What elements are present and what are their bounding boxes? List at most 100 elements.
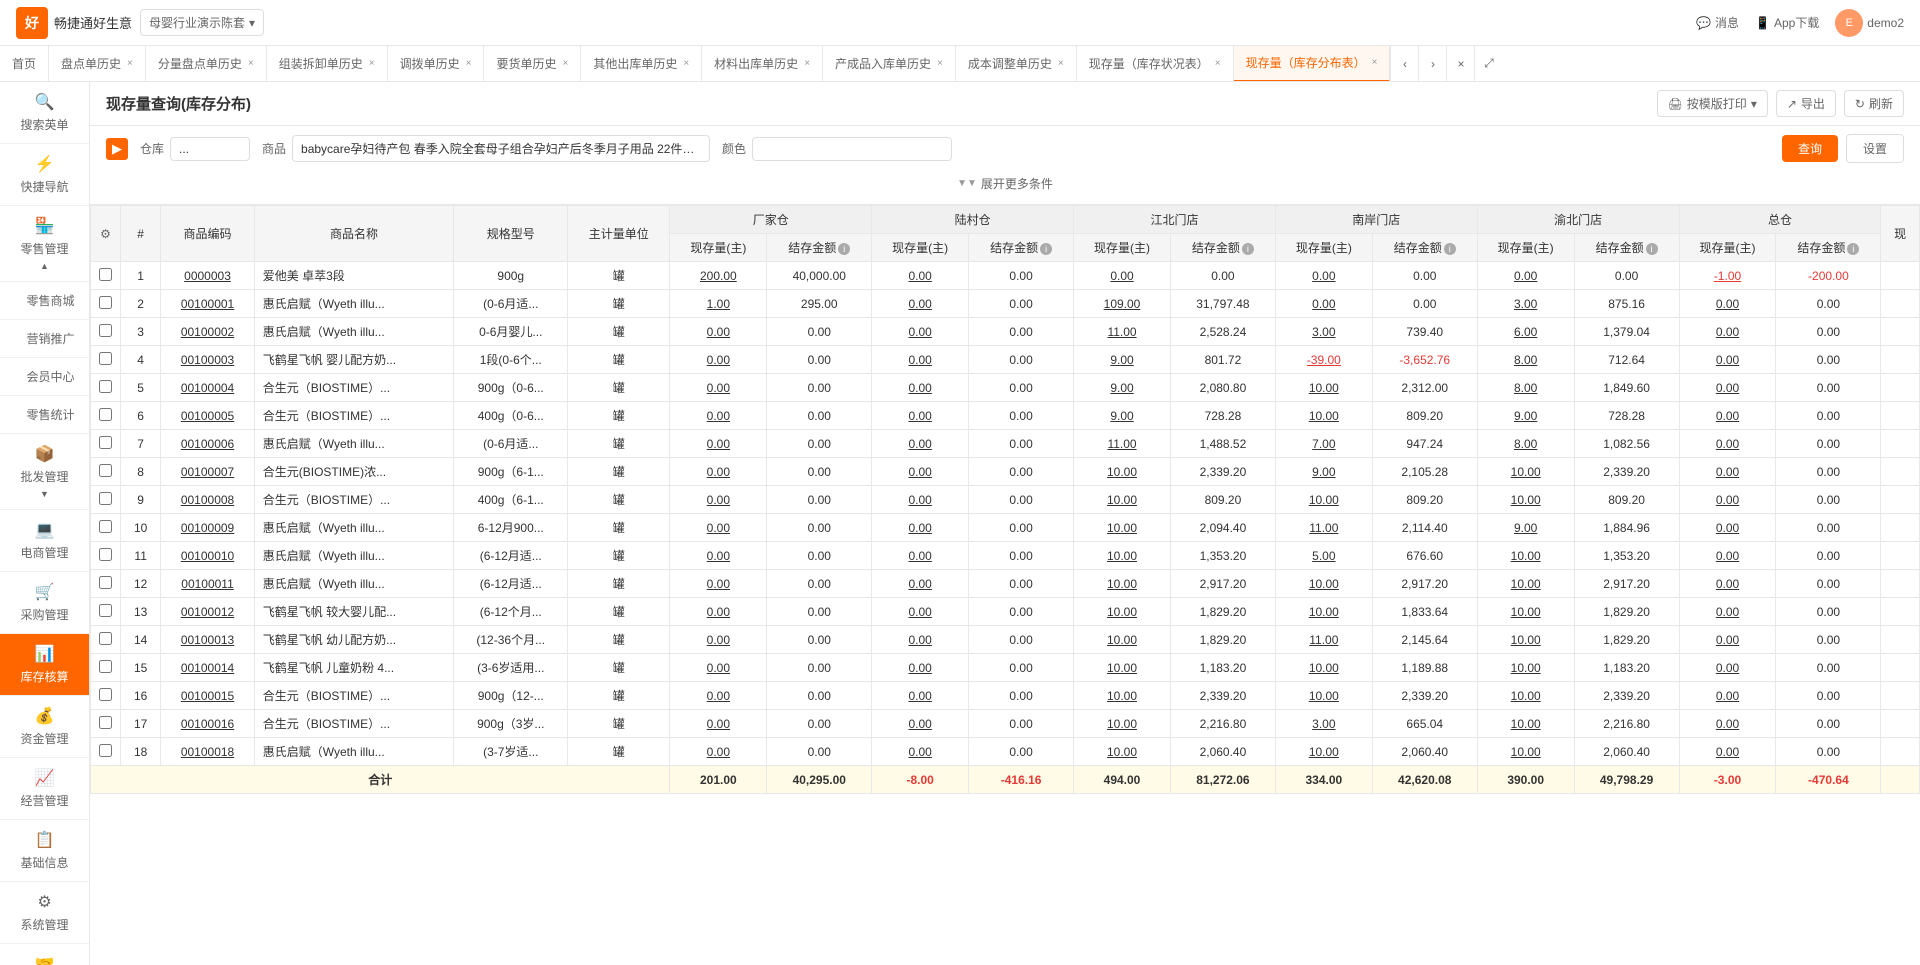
warehouse-value: ... bbox=[179, 142, 189, 156]
row-yubei-amt: 712.64 bbox=[1574, 346, 1679, 374]
sidebar-item-collab[interactable]: 🤝 企业协同 bbox=[0, 944, 89, 965]
tab-7[interactable]: 材料出库单历史 × bbox=[702, 46, 823, 82]
tab-close-icon[interactable]: × bbox=[127, 58, 133, 69]
tab-3[interactable]: 组装拆卸单历史 × bbox=[267, 46, 388, 82]
tab-close-icon[interactable]: × bbox=[248, 58, 254, 69]
tab-close-icon[interactable]: × bbox=[562, 58, 568, 69]
tab-close-all-btn[interactable]: × bbox=[1446, 46, 1474, 82]
tab-close-icon[interactable]: × bbox=[466, 58, 472, 69]
warehouse-input[interactable]: ... bbox=[170, 137, 250, 161]
row-checkbox[interactable] bbox=[91, 738, 121, 766]
goods-input[interactable]: babycare孕妇待产包 春季入院全套母子组合孕妇产后冬季月子用品 22件套 … bbox=[292, 135, 710, 162]
company-dropdown[interactable]: 母婴行业演示陈套 ▾ bbox=[140, 9, 264, 36]
sidebar-item-finance[interactable]: 💰 资金管理 bbox=[0, 696, 89, 758]
row-code: 00100004 bbox=[161, 374, 254, 402]
row-checkbox[interactable] bbox=[91, 430, 121, 458]
row-checkbox[interactable] bbox=[91, 374, 121, 402]
tab-4[interactable]: 调拨单历史 × bbox=[388, 46, 485, 82]
row-checkbox[interactable] bbox=[91, 542, 121, 570]
row-checkbox[interactable] bbox=[91, 318, 121, 346]
tab-close-icon[interactable]: × bbox=[937, 58, 943, 69]
settings-btn[interactable]: 设置 bbox=[1846, 134, 1904, 163]
tab-9[interactable]: 成本调整单历史 × bbox=[956, 46, 1077, 82]
row-lucun-amt: 0.00 bbox=[969, 430, 1074, 458]
row-checkbox[interactable] bbox=[91, 598, 121, 626]
filter-expand-toggle[interactable]: ▶ bbox=[106, 138, 128, 160]
tab-close-icon[interactable]: × bbox=[1372, 57, 1378, 68]
row-jiangbei-qty: 10.00 bbox=[1074, 710, 1171, 738]
message-btn[interactable]: 💬 消息 bbox=[1696, 14, 1739, 31]
row-checkbox[interactable] bbox=[91, 514, 121, 542]
tab-close-icon[interactable]: × bbox=[369, 58, 375, 69]
tab-1[interactable]: 盘点单历史 × bbox=[49, 46, 146, 82]
refresh-btn[interactable]: ↻ 刷新 bbox=[1844, 90, 1904, 117]
row-spec: 400g（0-6... bbox=[454, 402, 568, 430]
tab-10[interactable]: 现存量（库存状况表） × bbox=[1077, 46, 1234, 82]
tab-11-active[interactable]: 现存量（库存分布表） × bbox=[1234, 46, 1391, 82]
tab-expand-btn[interactable]: ⤢ bbox=[1474, 46, 1502, 82]
row-unit: 罐 bbox=[568, 570, 670, 598]
sidebar-item-retail-mall[interactable]: 零售商城 bbox=[0, 282, 89, 320]
info-icon[interactable]: i bbox=[1040, 243, 1052, 255]
sidebar-item-business[interactable]: 📈 经营管理 bbox=[0, 758, 89, 820]
sidebar-item-basic-info[interactable]: 📋 基础信息 bbox=[0, 820, 89, 882]
info-icon[interactable]: i bbox=[1444, 243, 1456, 255]
row-checkbox[interactable] bbox=[91, 570, 121, 598]
user-area[interactable]: E demo2 bbox=[1835, 9, 1904, 37]
tab-6[interactable]: 其他出库单历史 × bbox=[581, 46, 702, 82]
sidebar-item-quick-nav[interactable]: ⚡ 快捷导航 bbox=[0, 144, 89, 206]
row-checkbox[interactable] bbox=[91, 710, 121, 738]
export-btn[interactable]: ↗ 导出 bbox=[1776, 90, 1836, 117]
query-btn[interactable]: 查询 bbox=[1782, 135, 1838, 162]
color-input[interactable] bbox=[752, 137, 952, 161]
row-jiangbei-amt: 2,917.20 bbox=[1170, 570, 1275, 598]
info-icon[interactable]: i bbox=[1847, 243, 1859, 255]
tab-close-icon[interactable]: × bbox=[683, 58, 689, 69]
tab-home[interactable]: 首页 bbox=[0, 46, 49, 82]
app-download-btn[interactable]: 📱 App下载 bbox=[1755, 14, 1819, 31]
row-checkbox[interactable] bbox=[91, 458, 121, 486]
expand-more-btn[interactable]: ▼▼ 展开更多条件 bbox=[949, 171, 1061, 196]
warehouse-label: 仓库 bbox=[140, 140, 164, 157]
info-icon[interactable]: i bbox=[1242, 243, 1254, 255]
tab-next-btn[interactable]: › bbox=[1418, 46, 1446, 82]
row-lucun-qty: 0.00 bbox=[872, 598, 969, 626]
row-checkbox[interactable] bbox=[91, 402, 121, 430]
row-checkbox[interactable] bbox=[91, 654, 121, 682]
col-spec-header: 规格型号 bbox=[454, 206, 568, 262]
tab-close-icon[interactable]: × bbox=[1058, 58, 1064, 69]
row-checkbox[interactable] bbox=[91, 486, 121, 514]
row-nanan-qty: 0.00 bbox=[1275, 262, 1372, 290]
info-icon[interactable]: i bbox=[838, 243, 850, 255]
sidebar-item-retail-stats[interactable]: 零售统计 bbox=[0, 396, 89, 434]
sidebar-item-search[interactable]: 🔍 搜索英单 bbox=[0, 82, 89, 144]
row-code: 00100010 bbox=[161, 542, 254, 570]
row-checkbox[interactable] bbox=[91, 346, 121, 374]
print-btn[interactable]: 🖨 按模版打印 ▾ bbox=[1657, 90, 1768, 117]
refresh-icon: ↻ bbox=[1855, 97, 1865, 111]
row-checkbox[interactable] bbox=[91, 262, 121, 290]
table-row: 14 00100013 飞鹤星飞帆 幼儿配方奶... (12-36个月... 罐… bbox=[91, 626, 1920, 654]
col-settings-header[interactable]: ⚙ bbox=[91, 206, 121, 262]
sidebar-item-ecommerce[interactable]: 💻 电商管理 bbox=[0, 510, 89, 572]
sidebar-item-wholesale[interactable]: 📦 批发管理 ▼ bbox=[0, 434, 89, 510]
sidebar-item-system[interactable]: ⚙ 系统管理 bbox=[0, 882, 89, 944]
row-nanan-qty: 10.00 bbox=[1275, 402, 1372, 430]
sidebar-item-marketing[interactable]: 营销推广 bbox=[0, 320, 89, 358]
tab-8[interactable]: 产成品入库单历史 × bbox=[823, 46, 956, 82]
sidebar-item-retail[interactable]: 🏪 零售管理 ▲ bbox=[0, 206, 89, 282]
row-checkbox[interactable] bbox=[91, 290, 121, 318]
tab-5[interactable]: 要货单历史 × bbox=[484, 46, 581, 82]
tab-close-icon[interactable]: × bbox=[804, 58, 810, 69]
sidebar-item-purchase[interactable]: 🛒 采购管理 bbox=[0, 572, 89, 634]
row-checkbox[interactable] bbox=[91, 682, 121, 710]
main-layout: 🔍 搜索英单 ⚡ 快捷导航 🏪 零售管理 ▲ 零售商城 营销推广 会员中心 零售… bbox=[0, 82, 1920, 965]
sidebar-item-inventory[interactable]: 📊 库存核算 bbox=[0, 634, 89, 696]
info-icon[interactable]: i bbox=[1646, 243, 1658, 255]
tab-prev-btn[interactable]: ‹ bbox=[1390, 46, 1418, 82]
tab-2[interactable]: 分量盘点单历史 × bbox=[146, 46, 267, 82]
cog-icon[interactable]: ⚙ bbox=[100, 227, 111, 241]
sidebar-item-members[interactable]: 会员中心 bbox=[0, 358, 89, 396]
row-checkbox[interactable] bbox=[91, 626, 121, 654]
tab-close-icon[interactable]: × bbox=[1215, 58, 1221, 69]
